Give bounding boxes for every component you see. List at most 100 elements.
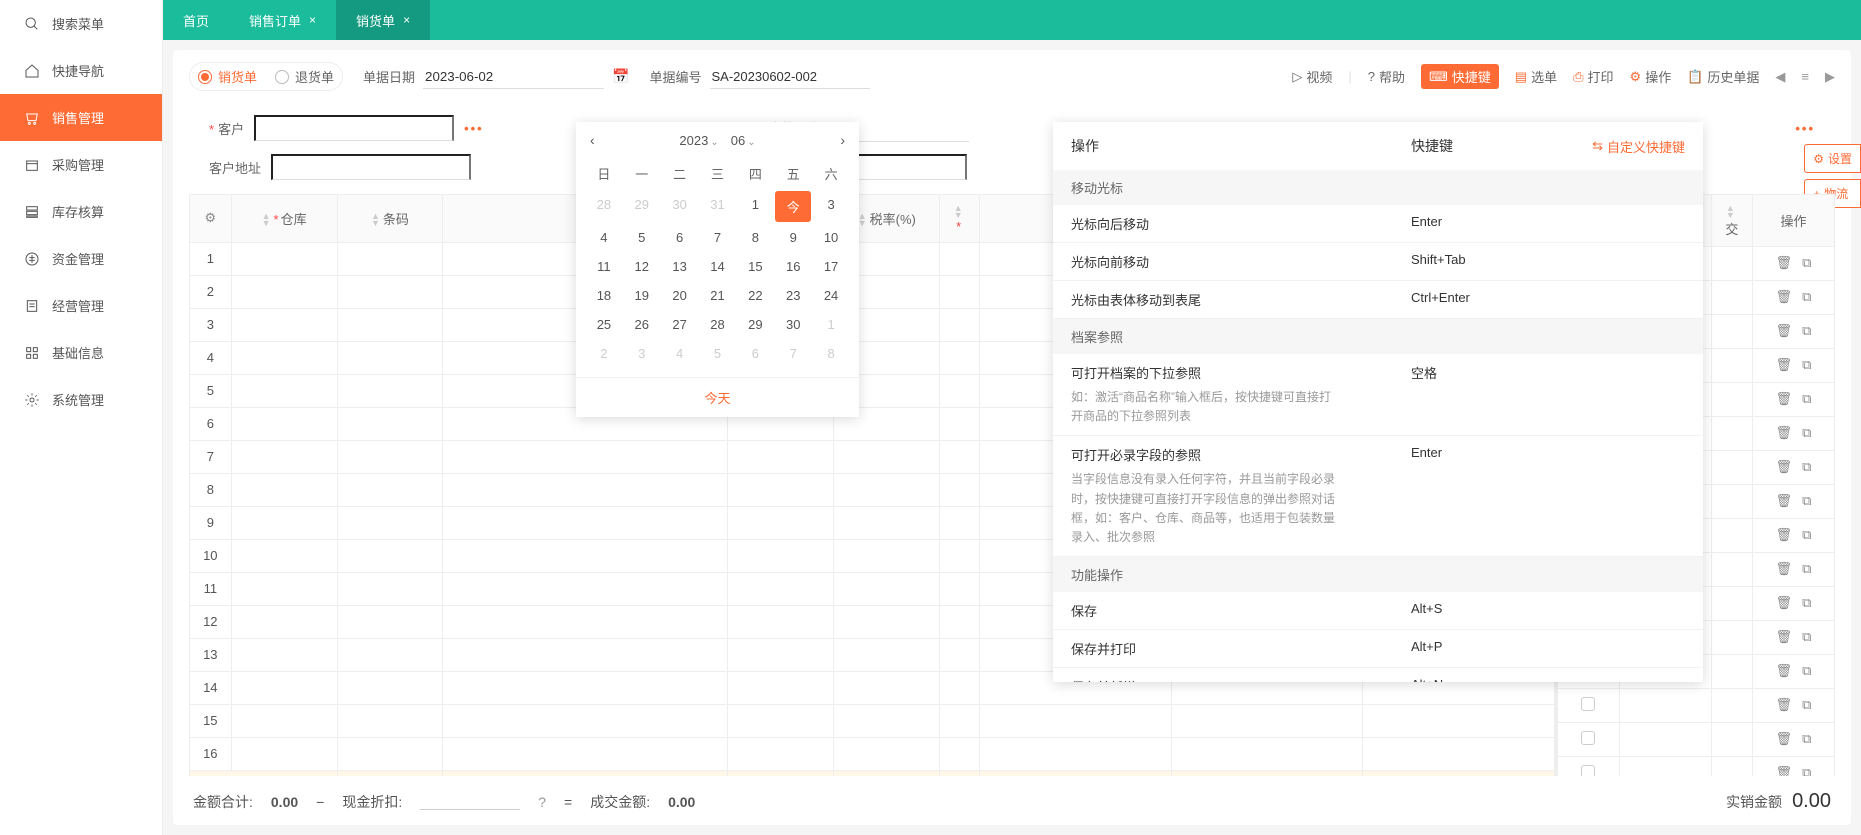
cal-day[interactable]: 25 <box>586 311 622 338</box>
copy-icon[interactable]: ⧉ <box>1802 357 1811 373</box>
gift-checkbox[interactable] <box>1581 765 1595 776</box>
cal-day[interactable]: 15 <box>737 253 773 280</box>
cal-day[interactable]: 6 <box>662 224 698 251</box>
sidebar-item-business[interactable]: 经营管理 <box>0 282 162 329</box>
cal-day[interactable]: 3 <box>813 191 849 222</box>
cal-day-other[interactable]: 1 <box>813 311 849 338</box>
cal-day-other[interactable]: 6 <box>737 340 773 367</box>
copy-icon[interactable]: ⧉ <box>1802 255 1811 271</box>
tab-sales-order[interactable]: 销售订单× <box>229 0 336 40</box>
copy-icon[interactable]: ⧉ <box>1802 731 1811 747</box>
sidebar-item-quicknav[interactable]: 快捷导航 <box>0 47 162 94</box>
calendar-icon[interactable]: 📅 <box>612 68 629 85</box>
cal-day[interactable]: 8 <box>737 224 773 251</box>
copy-icon[interactable]: ⧉ <box>1802 323 1811 339</box>
cal-day[interactable]: 30 <box>775 311 811 338</box>
discount-input[interactable] <box>420 794 520 810</box>
cal-day-other[interactable]: 31 <box>700 191 736 222</box>
cal-day-other[interactable]: 8 <box>813 340 849 367</box>
cal-day[interactable]: 28 <box>700 311 736 338</box>
copy-icon[interactable]: ⧉ <box>1802 527 1811 543</box>
col-delivery[interactable]: 交 <box>1711 195 1752 247</box>
cal-day[interactable]: 29 <box>737 311 773 338</box>
close-icon[interactable]: × <box>403 13 410 27</box>
settings-button[interactable]: ⚙设置 <box>1804 144 1861 173</box>
cal-day[interactable]: 20 <box>662 282 698 309</box>
cal-day[interactable]: 16 <box>775 253 811 280</box>
close-icon[interactable]: × <box>309 13 316 27</box>
tool-help[interactable]: ?帮助 <box>1368 67 1405 86</box>
cal-day-other[interactable]: 7 <box>775 340 811 367</box>
cal-day[interactable]: 1 <box>737 191 773 222</box>
copy-icon[interactable]: ⧉ <box>1802 425 1811 441</box>
cal-day[interactable]: 17 <box>813 253 849 280</box>
content-more[interactable]: ••• <box>1795 121 1815 136</box>
delete-icon[interactable]: 🗑 <box>1776 527 1793 543</box>
delete-icon[interactable]: 🗑 <box>1776 629 1793 645</box>
delete-icon[interactable]: 🗑 <box>1776 663 1793 679</box>
radio-sale[interactable]: 销货单 <box>198 67 257 86</box>
doc-date-input[interactable] <box>423 65 604 89</box>
cal-day[interactable]: 12 <box>624 253 660 280</box>
cal-day[interactable]: 7 <box>700 224 736 251</box>
cal-day[interactable]: 21 <box>700 282 736 309</box>
cal-day-other[interactable]: 2 <box>586 340 622 367</box>
copy-icon[interactable]: ⧉ <box>1802 289 1811 305</box>
cal-day-other[interactable]: 29 <box>624 191 660 222</box>
tool-video[interactable]: ▷视频 <box>1292 67 1332 86</box>
sidebar-item-funds[interactable]: 资金管理 <box>0 235 162 282</box>
gift-checkbox[interactable] <box>1581 731 1595 745</box>
tool-operate[interactable]: ⚙操作 <box>1630 67 1672 86</box>
cal-day[interactable]: 14 <box>700 253 736 280</box>
delete-icon[interactable]: 🗑 <box>1776 595 1793 611</box>
delete-icon[interactable]: 🗑 <box>1776 493 1793 509</box>
copy-icon[interactable]: ⧉ <box>1802 663 1811 679</box>
col-warehouse[interactable]: *仓库 <box>231 195 337 243</box>
gift-checkbox[interactable] <box>1581 697 1595 711</box>
delete-icon[interactable]: 🗑 <box>1776 255 1793 271</box>
table-row[interactable]: 🗑⧉ <box>1558 688 1835 722</box>
cal-next-month[interactable]: › <box>840 132 845 148</box>
col-gear[interactable]: ⚙ <box>190 195 232 243</box>
sidebar-item-system[interactable]: 系统管理 <box>0 376 162 423</box>
cal-day[interactable]: 23 <box>775 282 811 309</box>
address-input[interactable] <box>271 154 471 180</box>
tool-select-order[interactable]: ▤选单 <box>1515 67 1557 86</box>
cal-day-other[interactable]: 5 <box>700 340 736 367</box>
more-button[interactable]: ••• <box>464 121 484 136</box>
sidebar-item-baseinfo[interactable]: 基础信息 <box>0 329 162 376</box>
delete-icon[interactable]: 🗑 <box>1776 459 1793 475</box>
help-icon[interactable]: ? <box>538 794 546 810</box>
sidebar-item-sales[interactable]: 销售管理 <box>0 94 162 141</box>
cal-day-other[interactable]: 28 <box>586 191 622 222</box>
tab-sales-invoice[interactable]: 销货单× <box>336 0 430 40</box>
cal-day[interactable]: 9 <box>775 224 811 251</box>
table-row[interactable]: 16 <box>190 737 1555 770</box>
copy-icon[interactable]: ⧉ <box>1802 697 1811 713</box>
cal-year-select[interactable]: 2023 <box>679 133 718 148</box>
copy-icon[interactable]: ⧉ <box>1802 629 1811 645</box>
delete-icon[interactable]: 🗑 <box>1776 357 1793 373</box>
delete-icon[interactable]: 🗑 <box>1776 697 1793 713</box>
tool-history[interactable]: 📋历史单据 <box>1687 67 1759 86</box>
cal-day[interactable]: 10 <box>813 224 849 251</box>
delete-icon[interactable]: 🗑 <box>1776 289 1793 305</box>
tool-print[interactable]: ⎙打印 <box>1573 67 1613 86</box>
cal-day[interactable]: 24 <box>813 282 849 309</box>
sidebar-item-purchase[interactable]: 采购管理 <box>0 141 162 188</box>
cal-day[interactable]: 18 <box>586 282 622 309</box>
copy-icon[interactable]: ⧉ <box>1802 459 1811 475</box>
table-row[interactable]: 15 <box>190 704 1555 737</box>
delete-icon[interactable]: 🗑 <box>1776 425 1793 441</box>
sidebar-item-search[interactable]: 搜索菜单 <box>0 0 162 47</box>
cal-day[interactable]: 13 <box>662 253 698 280</box>
cal-day[interactable]: 5 <box>624 224 660 251</box>
delete-icon[interactable]: 🗑 <box>1776 323 1793 339</box>
delete-icon[interactable]: 🗑 <box>1776 561 1793 577</box>
col-req[interactable]: * <box>940 195 980 243</box>
delete-icon[interactable]: 🗑 <box>1776 765 1793 776</box>
cal-day-other[interactable]: 30 <box>662 191 698 222</box>
copy-icon[interactable]: ⧉ <box>1802 391 1811 407</box>
cal-day-other[interactable]: 3 <box>624 340 660 367</box>
copy-icon[interactable]: ⧉ <box>1802 561 1811 577</box>
